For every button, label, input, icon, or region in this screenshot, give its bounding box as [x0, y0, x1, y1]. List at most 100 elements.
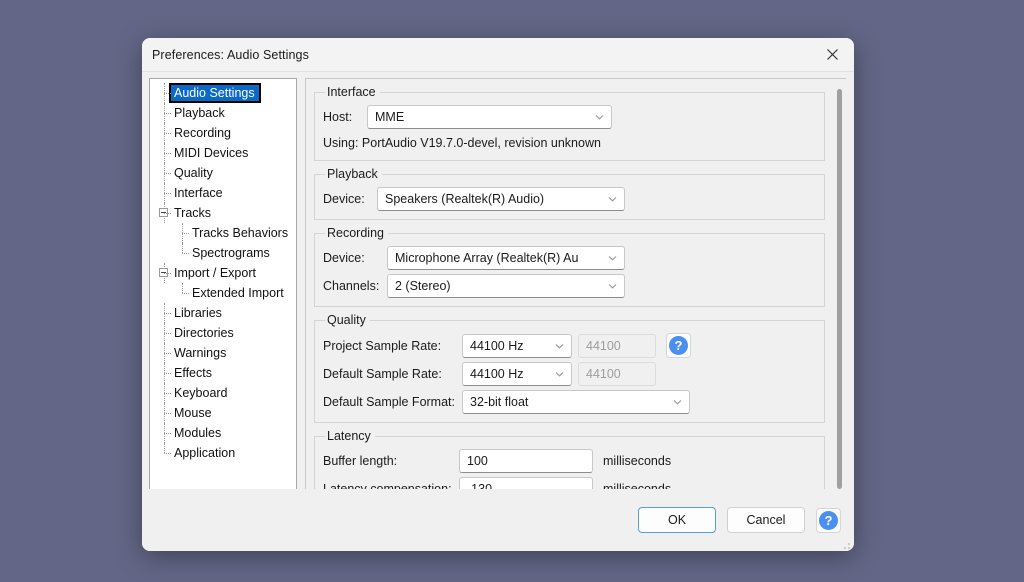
project-sample-rate-select[interactable]: 44100 Hz [462, 333, 572, 358]
default-sample-rate-custom-value: 44100 [586, 367, 621, 381]
sidebar-item-recording[interactable]: Recording [150, 123, 296, 143]
recording-channels-label: Channels: [323, 279, 380, 293]
sidebar-item-playback[interactable]: Playback [150, 103, 296, 123]
tree-connector [176, 283, 190, 303]
sidebar-item-effects[interactable]: Effects [150, 363, 296, 383]
settings-content-wrapper: Interface Host: MME Using: PortAudio V19… [305, 78, 846, 515]
sidebar-item-label: Quality [174, 166, 213, 180]
sidebar-item-label: Modules [174, 426, 222, 440]
project-sample-rate-custom-input[interactable]: 44100 [578, 333, 656, 358]
sidebar-item-spectrograms[interactable]: Spectrograms [150, 243, 296, 263]
project-sample-rate-custom-value: 44100 [586, 338, 621, 353]
page-title: Preferences: Audio Settings [152, 47, 309, 62]
sidebar-item-label: Extended Import [192, 286, 284, 300]
sidebar-item-audio-settings[interactable]: Audio Settings [150, 83, 296, 103]
tree-connector [158, 423, 172, 443]
sidebar-item-warnings[interactable]: Warnings [150, 343, 296, 363]
sidebar-item-modules[interactable]: Modules [150, 423, 296, 443]
host-label: Host: [323, 110, 353, 124]
sidebar-item-mouse[interactable]: Mouse [150, 403, 296, 423]
resize-grip-icon[interactable] [840, 537, 851, 549]
sidebar-item-label: Keyboard [174, 386, 228, 400]
content-scrollbar[interactable] [833, 78, 846, 515]
sidebar-item-label: Interface [174, 186, 223, 200]
footer-help-button[interactable]: ? [816, 507, 841, 533]
default-sample-format-select[interactable]: 32-bit float [462, 390, 690, 414]
playback-device-select[interactable]: Speakers (Realtek(R) Audio) [377, 187, 625, 211]
recording-device-row: Device: Microphone Array (Realtek(R) Au [323, 246, 816, 270]
sidebar-item-midi-devices[interactable]: MIDI Devices [150, 143, 296, 163]
host-select[interactable]: MME [367, 105, 612, 129]
quality-help-button[interactable]: ? [666, 333, 691, 358]
sidebar-item-label: Tracks [174, 206, 212, 220]
interface-legend: Interface [327, 85, 376, 99]
portaudio-version-text: Using: PortAudio V19.7.0-devel, revision… [323, 136, 601, 150]
buffer-length-label: Buffer length: [323, 454, 398, 468]
recording-device-select[interactable]: Microphone Array (Realtek(R) Au [387, 246, 625, 270]
default-sample-format-value: 32-bit float [470, 395, 529, 409]
buffer-length-unit: milliseconds [603, 454, 672, 468]
sidebar-item-label: Recording [174, 126, 231, 140]
tree-connector [158, 203, 172, 223]
buffer-length-input[interactable]: 100 [459, 449, 593, 473]
cancel-button[interactable]: Cancel [727, 507, 805, 533]
tree-connector [158, 443, 172, 463]
preferences-tree[interactable]: Audio Settings Playback Recording MIDI Devi… [149, 78, 297, 515]
chevron-down-icon [673, 398, 682, 407]
playback-device-label: Device: [323, 192, 365, 206]
tree-connector [158, 163, 172, 183]
sidebar-item-label: Playback [174, 106, 225, 120]
sidebar-item-label: Warnings [174, 346, 227, 360]
playback-device-value: Speakers (Realtek(R) Audio) [385, 192, 545, 206]
help-icon: ? [819, 510, 838, 530]
host-select-value: MME [375, 110, 405, 124]
sidebar-item-quality[interactable]: Quality [150, 163, 296, 183]
close-icon[interactable] [810, 38, 854, 71]
tree-connector [158, 143, 172, 163]
sidebar-item-label: Mouse [174, 406, 212, 420]
project-sample-rate-row: Project Sample Rate: 44100 Hz 44100 ? [323, 333, 816, 358]
tree-connector [158, 383, 172, 403]
sidebar-item-label: Directories [174, 326, 234, 340]
default-sample-rate-select[interactable]: 44100 Hz [462, 362, 572, 386]
recording-group: Recording Device: Microphone Array (Real… [314, 226, 825, 307]
tree-collapse-icon[interactable] [159, 208, 168, 217]
quality-legend: Quality [327, 313, 366, 327]
ok-button[interactable]: OK [638, 507, 716, 533]
host-row: Host: MME [323, 105, 816, 129]
dialog-body: Audio Settings Playback Recording MIDI Devi… [142, 72, 854, 515]
project-sample-rate-label: Project Sample Rate: [323, 338, 442, 353]
sidebar-item-libraries[interactable]: Libraries [150, 303, 296, 323]
buffer-length-value: 100 [467, 454, 488, 468]
tree-connector [158, 303, 172, 323]
sidebar-item-directories[interactable]: Directories [150, 323, 296, 343]
recording-channels-select[interactable]: 2 (Stereo) [387, 274, 625, 298]
sidebar-item-extended-import[interactable]: Extended Import [150, 283, 296, 303]
tree-collapse-icon[interactable] [159, 268, 168, 277]
tree-connector [158, 83, 172, 103]
project-sample-rate-value: 44100 Hz [470, 338, 524, 353]
sidebar-item-label: Import / Export [174, 266, 256, 280]
sidebar-item-label: Application [174, 446, 236, 460]
scrollbar-thumb[interactable] [837, 89, 842, 489]
chevron-down-icon [608, 195, 617, 204]
sidebar-item-tracks[interactable]: Tracks [150, 203, 296, 223]
preferences-dialog: Preferences: Audio Settings Audio Settin… [142, 38, 854, 551]
sidebar-item-import-export[interactable]: Import / Export [150, 263, 296, 283]
sidebar-item-interface[interactable]: Interface [150, 183, 296, 203]
recording-legend: Recording [327, 226, 384, 240]
sidebar-item-label: Tracks Behaviors [192, 226, 289, 240]
recording-channels-row: Channels: 2 (Stereo) [323, 274, 816, 298]
sidebar-item-keyboard[interactable]: Keyboard [150, 383, 296, 403]
default-sample-rate-custom-input[interactable]: 44100 [578, 362, 656, 386]
default-sample-format-row: Default Sample Format: 32-bit float [323, 390, 816, 414]
default-sample-rate-value: 44100 Hz [470, 367, 524, 381]
playback-device-row: Device: Speakers (Realtek(R) Audio) [323, 187, 816, 211]
chevron-down-icon [608, 282, 617, 291]
sidebar-item-tracks-behaviors[interactable]: Tracks Behaviors [150, 223, 296, 243]
tree-connector [158, 263, 172, 283]
interface-group: Interface Host: MME Using: PortAudio V19… [314, 85, 825, 161]
sidebar-item-application[interactable]: Application [150, 443, 296, 463]
sidebar-item-label: Audio Settings [169, 83, 261, 103]
sidebar-item-label: Spectrograms [192, 246, 270, 260]
